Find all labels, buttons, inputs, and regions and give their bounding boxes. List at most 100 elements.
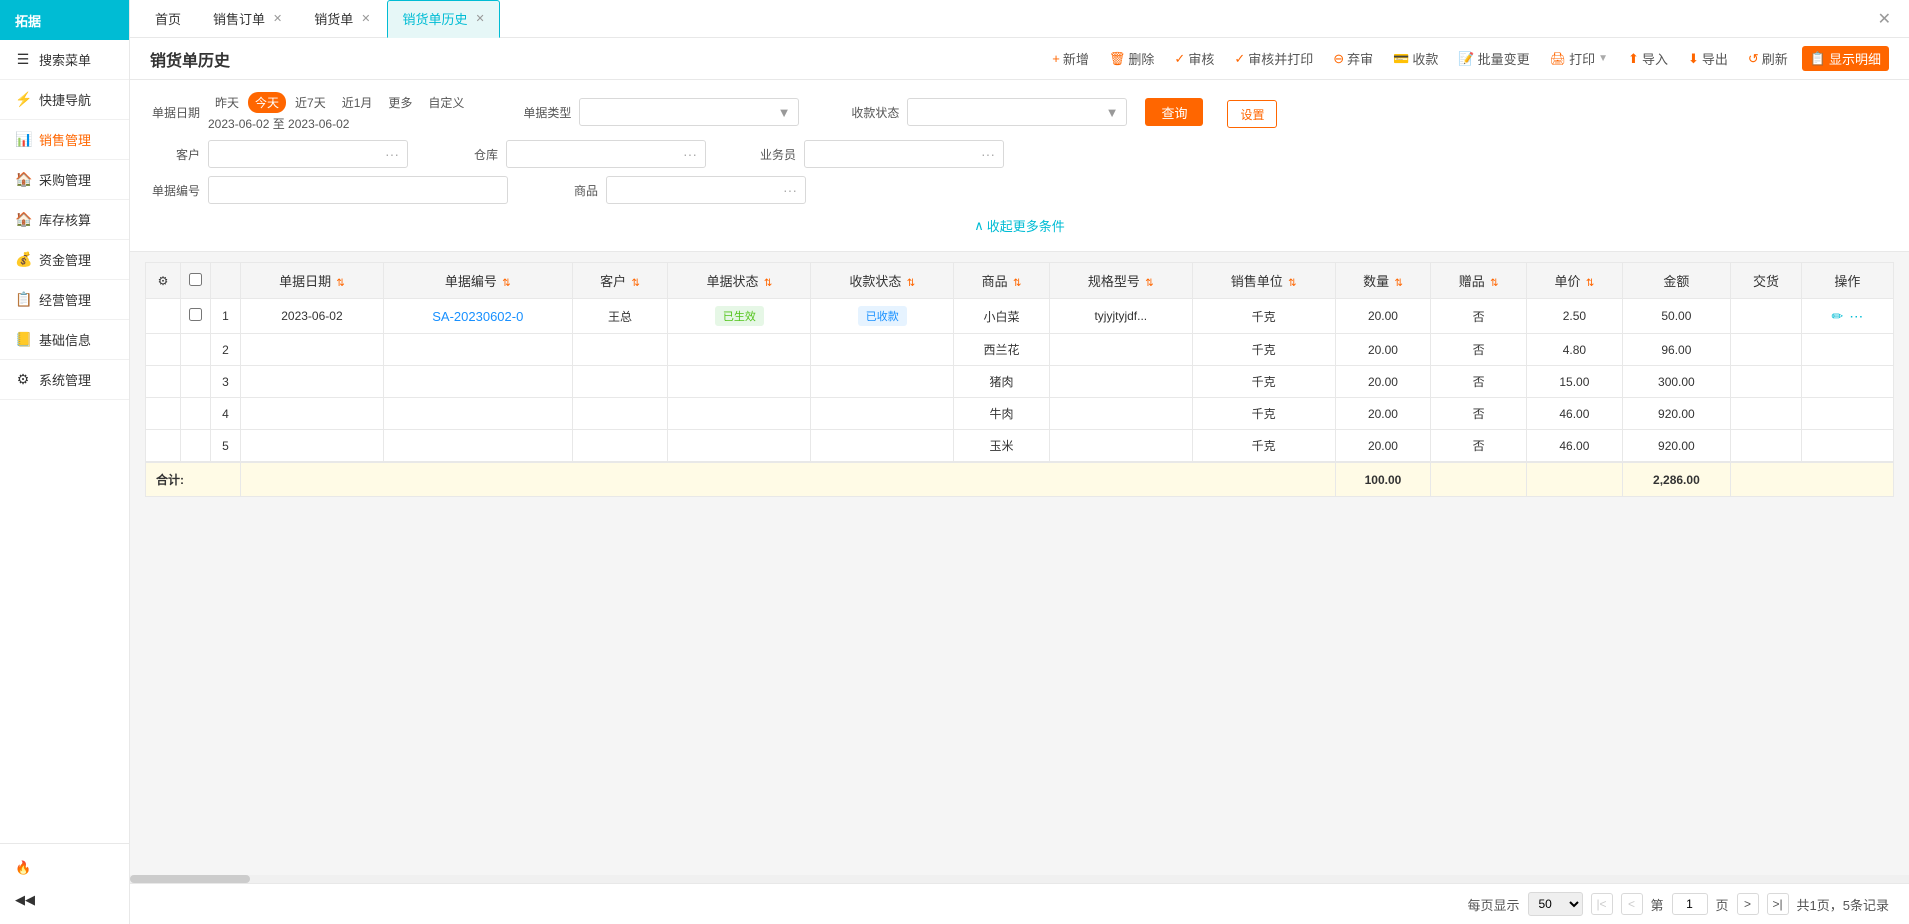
- col-doc-status-label: 单据状态: [706, 274, 758, 289]
- query-button[interactable]: 查询: [1145, 98, 1203, 126]
- goods-dots[interactable]: ···: [783, 182, 797, 198]
- row-docno[interactable]: [383, 398, 572, 430]
- row-amount: 50.00: [1622, 299, 1730, 334]
- row-number: 3: [211, 366, 241, 398]
- delete-button[interactable]: 🗑 删除: [1103, 46, 1161, 71]
- col-payment-status[interactable]: 收款状态 ⇅: [811, 263, 954, 299]
- show-detail-button[interactable]: 📋 显示明细: [1802, 46, 1889, 71]
- receive-button[interactable]: 💳 收款: [1387, 46, 1444, 71]
- row-checkbox[interactable]: [181, 430, 211, 463]
- print-button[interactable]: 🖨 打印 ▼: [1544, 46, 1614, 71]
- col-goods[interactable]: 商品 ⇅: [954, 263, 1050, 299]
- date-btn-today[interactable]: 今天: [248, 92, 286, 113]
- row-docno[interactable]: SA-20230602-0: [383, 299, 572, 334]
- staff-input[interactable]: [813, 147, 978, 161]
- tab-sales-order-close[interactable]: ✕: [273, 12, 282, 25]
- col-gift[interactable]: 赠品 ⇅: [1431, 263, 1527, 299]
- setting-button[interactable]: 设置: [1227, 100, 1277, 128]
- tab-home[interactable]: 首页: [140, 0, 196, 38]
- tab-sales-goods[interactable]: 销货单 ✕: [299, 0, 385, 38]
- col-trade[interactable]: 交货: [1731, 263, 1802, 299]
- batch-change-button[interactable]: 📝 批量变更: [1452, 46, 1535, 71]
- tab-sales-order[interactable]: 销售订单 ✕: [198, 0, 297, 38]
- date-btn-7days[interactable]: 近7天: [288, 92, 333, 113]
- col-gear[interactable]: ⚙: [146, 263, 181, 299]
- sidebar-bottom-collapse[interactable]: ◀◀: [0, 884, 129, 916]
- edit-action-icon[interactable]: ✏: [1832, 308, 1844, 324]
- tab-sales-history[interactable]: 销货单历史 ✕: [387, 0, 499, 38]
- sidebar-item-purchase-mgmt[interactable]: 🏠 采购管理: [0, 160, 129, 200]
- horizontal-scrollbar[interactable]: [130, 875, 1909, 883]
- col-customer[interactable]: 客户 ⇅: [572, 263, 668, 299]
- tab-sales-goods-close[interactable]: ✕: [361, 12, 370, 25]
- date-btn-more[interactable]: 更多: [381, 92, 419, 113]
- col-unit-label: 销售单位: [1231, 274, 1283, 289]
- col-qty[interactable]: 数量 ⇅: [1335, 263, 1431, 299]
- doc-type-select[interactable]: ▼: [579, 98, 799, 126]
- customer-input[interactable]: [217, 147, 382, 161]
- select-all-checkbox[interactable]: [189, 273, 202, 286]
- sidebar-item-system-mgmt[interactable]: ⚙ 系统管理: [0, 360, 129, 400]
- sidebar-item-quick-nav[interactable]: ⚡ 快捷导航: [0, 80, 129, 120]
- export-button[interactable]: ⬇ 导出: [1682, 46, 1734, 71]
- page-next-btn[interactable]: >: [1737, 893, 1759, 915]
- doc-no-input[interactable]: [208, 176, 508, 204]
- col-amount[interactable]: 金额: [1622, 263, 1730, 299]
- import-button[interactable]: ⬆ 导入: [1622, 46, 1674, 71]
- more-action-icon[interactable]: ⋯: [1849, 308, 1863, 324]
- row-checkbox[interactable]: [181, 334, 211, 366]
- sidebar-item-search-menu[interactable]: ☰ 搜索菜单: [0, 40, 129, 80]
- goods-input[interactable]: [615, 183, 780, 197]
- abandon-button[interactable]: ⊖ 弃审: [1327, 46, 1379, 71]
- row-docno[interactable]: [383, 334, 572, 366]
- col-spec[interactable]: 规格型号 ⇅: [1049, 263, 1192, 299]
- sidebar-item-inventory[interactable]: 🏠 库存核算: [0, 200, 129, 240]
- date-btn-yesterday[interactable]: 昨天: [208, 92, 246, 113]
- staff-dots[interactable]: ···: [981, 146, 995, 162]
- warehouse-input[interactable]: [515, 147, 680, 161]
- system-mgmt-icon: ⚙: [15, 371, 31, 388]
- row-date: [241, 366, 384, 398]
- delete-label: 删除: [1128, 49, 1154, 68]
- scrollbar-thumb[interactable]: [130, 875, 250, 883]
- refresh-button[interactable]: ↺ 刷新: [1742, 46, 1794, 71]
- customer-dots[interactable]: ···: [385, 146, 399, 162]
- col-doc-status[interactable]: 单据状态 ⇅: [668, 263, 811, 299]
- page-input[interactable]: [1672, 893, 1708, 915]
- date-btn-1month[interactable]: 近1月: [335, 92, 380, 113]
- row-docno[interactable]: [383, 366, 572, 398]
- col-customer-sort: ⇅: [632, 278, 640, 289]
- row-checkbox[interactable]: [181, 299, 211, 334]
- col-qty-label: 数量: [1363, 274, 1389, 289]
- warehouse-dots[interactable]: ···: [683, 146, 697, 162]
- page-first-btn[interactable]: |<: [1591, 893, 1613, 915]
- import-label: 导入: [1642, 49, 1668, 68]
- col-unit[interactable]: 销售单位 ⇅: [1192, 263, 1335, 299]
- page-prev-btn[interactable]: <: [1621, 893, 1643, 915]
- tab-bar-close[interactable]: ✕: [1870, 5, 1899, 33]
- date-btn-custom[interactable]: 自定义: [421, 92, 471, 113]
- audit-button[interactable]: ✓ 审核: [1168, 46, 1220, 71]
- col-date[interactable]: 单据日期 ⇅: [241, 263, 384, 299]
- tab-sales-history-close[interactable]: ✕: [476, 12, 485, 25]
- footer-gift: [1431, 462, 1527, 497]
- sidebar-bottom-user[interactable]: 🔥: [0, 852, 129, 884]
- page-size-select[interactable]: 50 100 200: [1528, 892, 1583, 916]
- sidebar-item-base-info[interactable]: 📒 基础信息: [0, 320, 129, 360]
- goods-input-wrapper: ···: [606, 176, 806, 204]
- row-checkbox-input[interactable]: [189, 308, 202, 321]
- row-checkbox[interactable]: [181, 398, 211, 430]
- sidebar-item-finance-mgmt[interactable]: 💰 资金管理: [0, 240, 129, 280]
- page-last-btn[interactable]: >|: [1767, 893, 1789, 915]
- collapse-button[interactable]: ∧ 收起更多条件: [150, 212, 1889, 239]
- add-button[interactable]: + 新增: [1046, 46, 1095, 71]
- doc-no-link[interactable]: SA-20230602-0: [432, 309, 523, 324]
- col-docno[interactable]: 单据编号 ⇅: [383, 263, 572, 299]
- audit-print-button[interactable]: ✓ 审核并打印: [1228, 46, 1319, 71]
- col-price[interactable]: 单价 ⇅: [1527, 263, 1623, 299]
- sidebar-item-operations-mgmt[interactable]: 📋 经营管理: [0, 280, 129, 320]
- row-checkbox[interactable]: [181, 366, 211, 398]
- row-docno[interactable]: [383, 430, 572, 463]
- payment-status-select[interactable]: ▼: [907, 98, 1127, 126]
- sidebar-item-sales-mgmt[interactable]: 📊 销售管理: [0, 120, 129, 160]
